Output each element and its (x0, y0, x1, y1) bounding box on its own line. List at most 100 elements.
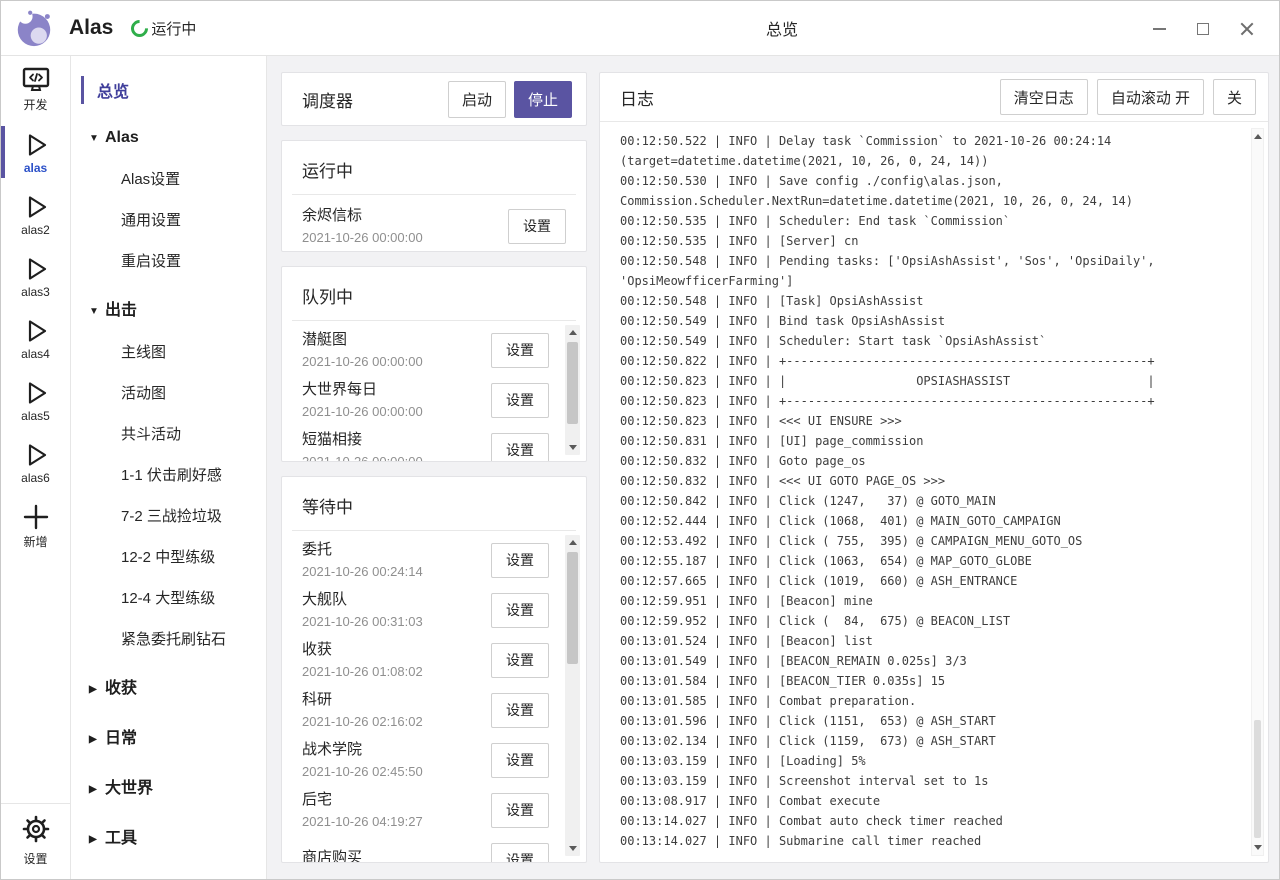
minimize-icon (1153, 28, 1166, 30)
autoscroll-toggle-button[interactable]: 自动滚动 开 (1097, 79, 1204, 115)
menu-item-Alas设置[interactable]: Alas设置 (71, 158, 266, 199)
scroll-down-icon[interactable] (565, 440, 580, 455)
rail-item-label: alas6 (1, 471, 70, 485)
menu-item-共斗活动[interactable]: 共斗活动 (71, 413, 266, 454)
task-setting-button[interactable]: 设置 (491, 693, 549, 728)
rail-item-label: alas4 (1, 347, 70, 361)
task-name: 委托 (302, 540, 491, 560)
menu-group-工具[interactable]: ▶工具 (71, 813, 266, 859)
running-spinner-icon (128, 16, 152, 40)
task-setting-button[interactable]: 设置 (491, 793, 549, 828)
rail-item-dev[interactable]: 开发 (1, 56, 70, 121)
log-line: 00:13:03.159 | INFO | Screenshot interva… (620, 771, 1242, 791)
log-line: 00:12:50.535 | INFO | [Server] cn (620, 231, 1242, 251)
log-line: 00:13:14.027 | INFO | Submarine call tim… (620, 831, 1242, 851)
rail-item-settings[interactable]: 设置 (1, 803, 70, 879)
task-row: 科研2021-10-26 02:16:02设置 (302, 685, 557, 735)
menu-group-收获[interactable]: ▶收获 (71, 663, 266, 709)
rail-item-alas6[interactable]: alas6 (1, 431, 70, 493)
task-setting-button[interactable]: 设置 (491, 843, 549, 863)
scroll-down-icon[interactable] (1252, 840, 1263, 855)
task-time: 2021-10-26 04:19:27 (302, 814, 491, 830)
waiting-scrollbar[interactable] (565, 535, 580, 856)
rail-item-alas4[interactable]: alas4 (1, 307, 70, 369)
task-name: 余烬信标 (302, 206, 508, 226)
task-setting-button[interactable]: 设置 (491, 643, 549, 678)
waiting-title: 等待中 (282, 489, 586, 530)
queue-task-list: 潜艇图2021-10-26 00:00:00设置大世界每日2021-10-26 … (282, 321, 565, 461)
rail-item-alas2[interactable]: alas2 (1, 183, 70, 245)
log-line: 00:12:50.530 | INFO | Save config ./conf… (620, 171, 1242, 191)
log-line: 00:12:50.522 | INFO | Delay task `Commis… (620, 131, 1242, 151)
menu-item-活动图[interactable]: 活动图 (71, 372, 266, 413)
queue-scrollbar[interactable] (565, 325, 580, 455)
task-setting-button[interactable]: 设置 (491, 433, 549, 462)
log-close-button[interactable]: 关 (1213, 79, 1256, 115)
scroll-up-icon[interactable] (1252, 129, 1263, 144)
menu-item-overview[interactable]: 总览 (71, 70, 266, 110)
chevron-right-icon: ▶ (89, 734, 105, 745)
task-setting-button[interactable]: 设置 (491, 333, 549, 368)
scroll-up-icon[interactable] (565, 535, 580, 550)
task-info: 科研2021-10-26 02:16:02 (302, 690, 491, 730)
menu-item-12-4 大型练级[interactable]: 12-4 大型练级 (71, 577, 266, 618)
task-time: 2021-10-26 00:24:14 (302, 564, 491, 580)
task-row: 收获2021-10-26 01:08:02设置 (302, 635, 557, 685)
menu-group-日常[interactable]: ▶日常 (71, 713, 266, 759)
task-info: 委托 2021-10-26 00:24:14 (302, 540, 491, 580)
scrollbar-thumb[interactable] (567, 342, 578, 424)
minimize-button[interactable] (1137, 9, 1181, 49)
task-setting-button[interactable]: 设置 (491, 593, 549, 628)
scroll-up-icon[interactable] (565, 325, 580, 340)
scheduler-card: 调度器 启动 停止 (281, 72, 587, 126)
menu-group-label: 日常 (105, 730, 137, 747)
titlebar: Alas 运行中 总览 (1, 1, 1279, 56)
nav-rail: 开发alasalas2alas3 alas4 alas5 alas6 新增 设置 (1, 56, 71, 879)
scheduler-stop-button[interactable]: 停止 (514, 81, 572, 118)
scroll-down-icon[interactable] (565, 841, 580, 856)
maximize-button[interactable] (1181, 9, 1225, 49)
task-setting-button[interactable]: 设置 (491, 383, 549, 418)
menu-group-Alas[interactable]: ▼Alas (71, 118, 266, 158)
task-setting-button[interactable]: 设置 (491, 543, 549, 578)
menu-sidebar: 总览 ▼AlasAlas设置通用设置重启设置▼出击主线图活动图共斗活动1-1 伏… (71, 56, 267, 879)
menu-item-1-1 伏击刷好感[interactable]: 1-1 伏击刷好感 (71, 454, 266, 495)
chevron-right-icon: ▶ (89, 834, 105, 845)
log-line: 00:13:03.159 | INFO | [Loading] 5% (620, 751, 1242, 771)
menu-group-label: 收获 (105, 680, 137, 697)
scrollbar-thumb[interactable] (1254, 720, 1261, 838)
maximize-icon (1197, 23, 1209, 35)
menu-item-紧急委托刷钻石[interactable]: 紧急委托刷钻石 (71, 618, 266, 659)
menu-item-7-2 三战捡垃圾[interactable]: 7-2 三战捡垃圾 (71, 495, 266, 536)
nav-rail-spacer (1, 558, 70, 803)
scrollbar-thumb[interactable] (567, 552, 578, 664)
task-setting-button[interactable]: 设置 (491, 743, 549, 778)
clear-log-button[interactable]: 清空日志 (1000, 79, 1088, 115)
menu-item-主线图[interactable]: 主线图 (71, 331, 266, 372)
rail-item-alas5[interactable]: alas5 (1, 369, 70, 431)
menu-item-12-2 中型练级[interactable]: 12-2 中型练级 (71, 536, 266, 577)
play-icon (1, 378, 70, 408)
play-icon (1, 440, 70, 470)
main-area: 调度器 启动 停止 运行中 余烬信标2021-10-26 00:00:00设置 … (267, 56, 1279, 879)
close-button[interactable] (1225, 9, 1269, 49)
task-name: 科研 (302, 690, 491, 710)
task-row: 委托 2021-10-26 00:24:14设置 (302, 535, 557, 585)
rail-item-alas3[interactable]: alas3 (1, 245, 70, 307)
log-line: 'OpsiMeowfficerFarming'] (620, 271, 1242, 291)
log-scrollbar[interactable] (1251, 128, 1264, 856)
task-info: 收获2021-10-26 01:08:02 (302, 640, 491, 680)
log-line: 00:13:01.596 | INFO | Click (1151, 653) … (620, 711, 1242, 731)
rail-item-alas[interactable]: alas (1, 121, 70, 183)
menu-group-大世界[interactable]: ▶大世界 (71, 763, 266, 809)
scheduler-start-button[interactable]: 启动 (448, 81, 506, 118)
menu-item-重启设置[interactable]: 重启设置 (71, 240, 266, 281)
menu-item-通用设置[interactable]: 通用设置 (71, 199, 266, 240)
task-row: 大世界每日2021-10-26 00:00:00设置 (302, 375, 557, 425)
task-setting-button[interactable]: 设置 (508, 209, 566, 244)
menu-group-出击[interactable]: ▼出击 (71, 285, 266, 331)
task-time: 2021-10-26 00:00:00 (302, 454, 491, 461)
rail-item-add[interactable]: 新增 (1, 493, 70, 558)
task-row: 潜艇图2021-10-26 00:00:00设置 (302, 325, 557, 375)
task-name: 大舰队 (302, 590, 491, 610)
